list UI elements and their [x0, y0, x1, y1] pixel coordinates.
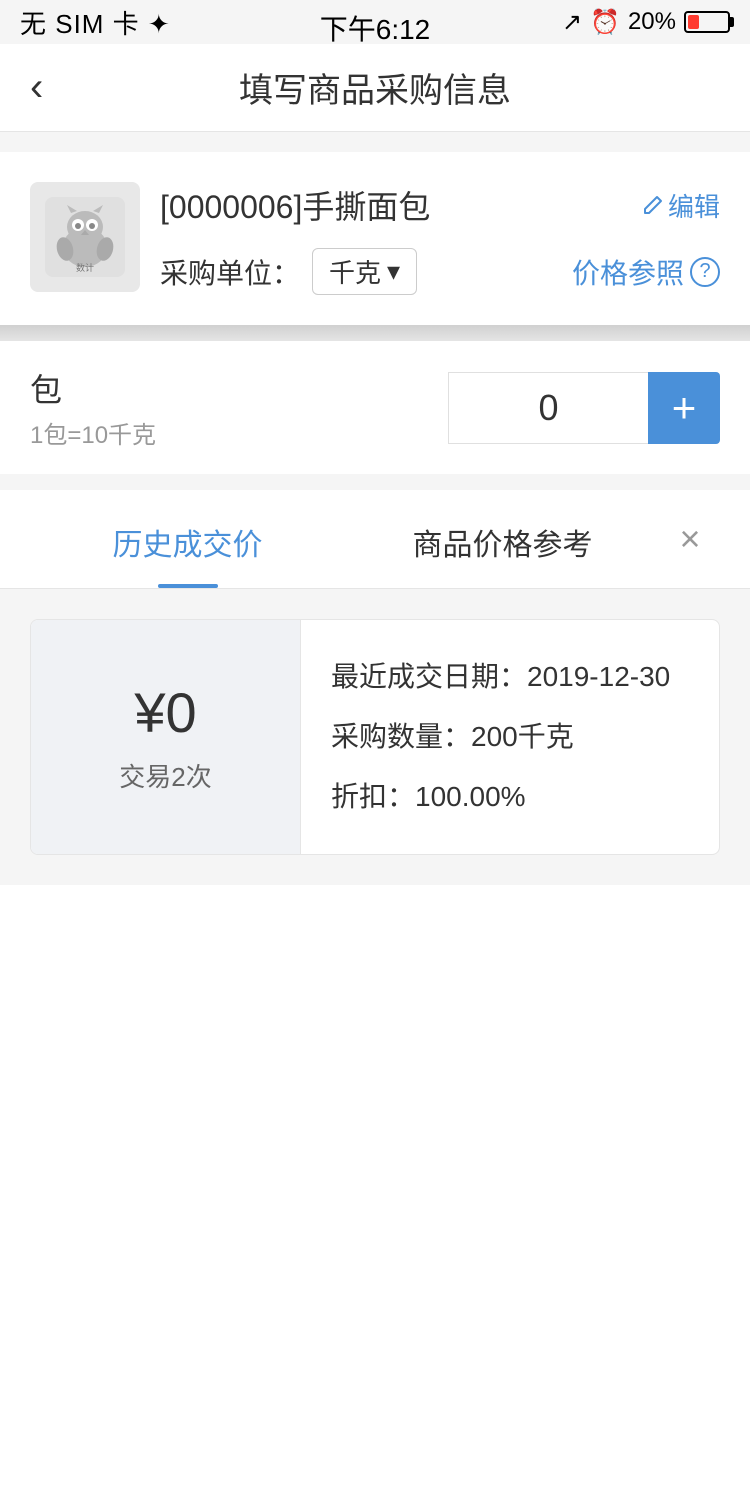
dropdown-arrow-icon: ▾	[387, 256, 400, 287]
quantity-unit-label: 包	[30, 365, 156, 411]
quantity-input-group: +	[448, 372, 720, 444]
history-price-value: ¥0	[134, 680, 196, 745]
tab-history-price[interactable]: 历史成交价	[30, 490, 345, 588]
tab-close-button[interactable]: ×	[660, 509, 720, 569]
section-divider	[0, 325, 750, 341]
quantity-row: 包 1包=10千克 +	[0, 341, 750, 474]
price-ref-button[interactable]: 价格参照 ?	[572, 252, 720, 292]
tab-header: 历史成交价 商品价格参考 ×	[0, 490, 750, 589]
battery-icon	[684, 11, 730, 33]
edit-button[interactable]: 编辑	[642, 187, 720, 224]
svg-text:数计: 数计	[76, 262, 94, 273]
product-card: 数计 [0000006]手撕面包 编辑 采购单位： 千克 ▾ 价格参照	[0, 152, 750, 325]
history-card: ¥0 交易2次 最近成交日期：2019-12-30 采购数量：200千克 折扣：…	[30, 619, 720, 855]
discount-value: 100.00%	[415, 781, 526, 812]
unit-dropdown[interactable]: 千克 ▾	[312, 248, 417, 295]
back-button[interactable]: ‹	[20, 55, 53, 120]
edit-icon	[642, 194, 664, 216]
status-time: 下午6:12	[320, 8, 431, 48]
status-bar: 无 SIM 卡 ✦ 下午6:12 ↗ ⏰ 20%	[0, 0, 750, 44]
tab-product-ref[interactable]: 商品价格参考	[345, 490, 660, 588]
purchase-quantity-row: 采购数量：200千克	[331, 716, 689, 758]
purchase-quantity-value: 200千克	[471, 721, 574, 752]
quantity-plus-button[interactable]: +	[648, 372, 720, 444]
status-carrier: 无 SIM 卡 ✦	[20, 4, 171, 41]
purchase-quantity-label: 采购数量：	[331, 721, 471, 752]
page-title: 填写商品采购信息	[239, 63, 511, 112]
recent-date-value: 2019-12-30	[527, 661, 670, 692]
history-content: ¥0 交易2次 最近成交日期：2019-12-30 采购数量：200千克 折扣：…	[0, 589, 750, 885]
purchase-unit-label: 采购单位：	[160, 252, 300, 292]
product-logo-icon: 数计	[45, 197, 125, 277]
bottom-space	[0, 885, 750, 1485]
history-price-panel: ¥0 交易2次	[31, 620, 301, 854]
quantity-input[interactable]	[448, 372, 648, 444]
discount-label: 折扣：	[331, 781, 415, 812]
recent-date-label: 最近成交日期：	[331, 661, 527, 692]
tab-panel: 历史成交价 商品价格参考 × ¥0 交易2次 最近成交日期：2019-12-30…	[0, 490, 750, 885]
price-ref-help-icon: ?	[690, 257, 720, 287]
history-trade-count: 交易2次	[119, 757, 211, 794]
battery-percent: 20%	[628, 8, 676, 36]
product-info: [0000006]手撕面包 编辑 采购单位： 千克 ▾ 价格参照 ?	[160, 182, 720, 295]
location-icon: ↗	[562, 8, 582, 37]
product-image: 数计	[30, 182, 140, 292]
history-detail-panel: 最近成交日期：2019-12-30 采购数量：200千克 折扣：100.00%	[301, 620, 719, 854]
alarm-icon: ⏰	[590, 8, 620, 37]
status-icons: ↗ ⏰ 20%	[562, 8, 730, 37]
nav-bar: ‹ 填写商品采购信息	[0, 44, 750, 132]
product-name: [0000006]手撕面包	[160, 182, 430, 228]
quantity-conversion-label: 1包=10千克	[30, 415, 156, 450]
recent-date-row: 最近成交日期：2019-12-30	[331, 656, 689, 698]
discount-row: 折扣：100.00%	[331, 776, 689, 818]
